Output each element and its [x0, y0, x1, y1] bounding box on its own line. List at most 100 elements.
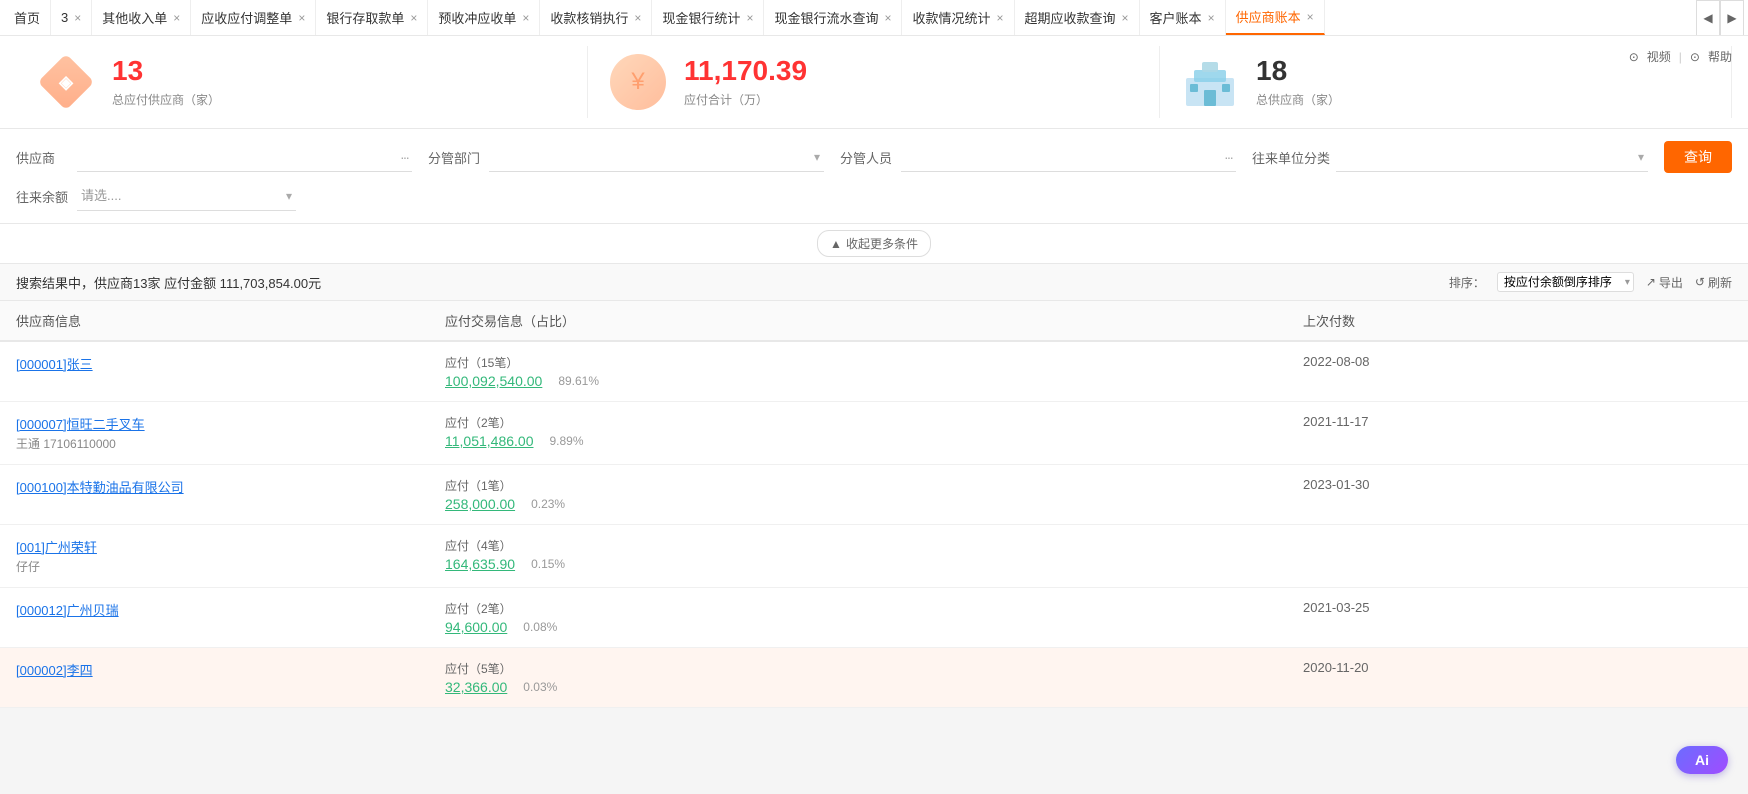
- tx-info-6: 应付（5笔） 32,366.00 0.03%: [445, 660, 1303, 695]
- nav-bank-deposit-label: 银行存取款单: [326, 8, 404, 27]
- supplier-info-2: [000007]恒旺二手叉车 王通 17106110000: [16, 414, 445, 452]
- nav-other-income[interactable]: 其他收入单 ×: [92, 0, 191, 35]
- nav-cash-bank-stat[interactable]: 现金银行统计 ×: [652, 0, 764, 35]
- person-filter-label: 分管人员: [840, 148, 895, 167]
- dept-select[interactable]: [489, 142, 824, 172]
- nav-cash-bank-stat-close[interactable]: ×: [746, 11, 753, 25]
- tx-amount-6[interactable]: 32,366.00: [445, 679, 507, 695]
- tx-row-3: 258,000.00 0.23%: [445, 496, 1303, 512]
- tx-label-3: 应付（1笔）: [445, 477, 1303, 494]
- nav-cash-flow-query-close[interactable]: ×: [884, 11, 891, 25]
- tx-percent-2: 9.89%: [550, 434, 584, 448]
- tx-amount-4[interactable]: 164,635.90: [445, 556, 515, 572]
- supplier-info-6: [000002]李四: [16, 660, 445, 679]
- top-navigation: 首页 3 × 其他收入单 × 应收应付调整单 × 银行存取款单 × 预收冲应收单…: [0, 0, 1748, 36]
- total-supplier-icon: [1180, 52, 1240, 112]
- nav-cash-flow-query[interactable]: 现金银行流水查询 ×: [764, 0, 902, 35]
- nav-receipt-verify-label: 收款核销执行: [550, 8, 628, 27]
- nav-bank-deposit[interactable]: 银行存取款单 ×: [316, 0, 428, 35]
- query-button[interactable]: 查询: [1664, 141, 1732, 173]
- nav-home[interactable]: 首页: [4, 0, 51, 35]
- supplier-link-2[interactable]: [000007]恒旺二手叉车: [16, 417, 145, 432]
- tx-amount-1[interactable]: 100,092,540.00: [445, 373, 542, 389]
- nav-receipt-verify-close[interactable]: ×: [634, 11, 641, 25]
- tx-label-4: 应付（4笔）: [445, 537, 1303, 554]
- person-input[interactable]: [901, 142, 1236, 172]
- nav-receipt-stat-label: 收款情况统计: [912, 8, 990, 27]
- result-bar: 搜索结果中，供应商13家 应付金额 111,703,854.00元 排序： 按应…: [0, 264, 1748, 301]
- nav-arrows: ◀ ▶: [1696, 0, 1744, 36]
- table-header: 供应商信息 应付交易信息（占比） 上次付数: [0, 301, 1748, 342]
- supplier-link-3[interactable]: [000100]本特勤油品有限公司: [16, 480, 184, 495]
- sort-wrapper: 按应付余额倒序排序 按应付余额升序排序 按供应商名称排序: [1497, 272, 1634, 292]
- link-divider: |: [1679, 50, 1682, 64]
- filter-person: 分管人员 ···: [840, 142, 1236, 172]
- nav-overdue-ar-close[interactable]: ×: [1122, 11, 1129, 25]
- nav-advance-ar-close[interactable]: ×: [522, 11, 529, 25]
- nav-bank-deposit-close[interactable]: ×: [410, 11, 417, 25]
- nav-tab3-close[interactable]: ×: [74, 11, 81, 25]
- tx-percent-4: 0.15%: [531, 557, 565, 571]
- nav-receipt-stat-close[interactable]: ×: [997, 11, 1004, 25]
- supplier-info-5: [000012]广州贝瑞: [16, 600, 445, 619]
- col-header-supplier: 供应商信息: [16, 311, 445, 330]
- sort-select[interactable]: 按应付余额倒序排序 按应付余额升序排序 按供应商名称排序: [1497, 272, 1634, 292]
- nav-receipt-stat[interactable]: 收款情况统计 ×: [902, 0, 1014, 35]
- supplier-link-4[interactable]: [001]广州荣轩: [16, 540, 97, 555]
- nav-overdue-ar[interactable]: 超期应收款查询 ×: [1015, 0, 1140, 35]
- nav-supplier-ledger[interactable]: 供应商账本 ×: [1226, 0, 1325, 35]
- tx-amount-2[interactable]: 11,051,486.00: [445, 433, 534, 449]
- tx-percent-5: 0.08%: [523, 620, 557, 634]
- nav-customer-ledger[interactable]: 客户账本 ×: [1140, 0, 1226, 35]
- tx-amount-5[interactable]: 94,600.00: [445, 619, 507, 635]
- nav-prev-button[interactable]: ◀: [1696, 0, 1720, 36]
- nav-next-button[interactable]: ▶: [1720, 0, 1744, 36]
- tx-info-4: 应付（4笔） 164,635.90 0.15%: [445, 537, 1303, 572]
- table-row: [000012]广州贝瑞 应付（2笔） 94,600.00 0.08% 2021…: [0, 588, 1748, 648]
- collapse-button[interactable]: ▲ 收起更多条件: [817, 230, 931, 257]
- filter-row-1: 供应商 ··· 分管部门 ▾ 分管人员 ···: [16, 141, 1732, 173]
- nav-supplier-ledger-close[interactable]: ×: [1307, 10, 1314, 24]
- table-row: [000100]本特勤油品有限公司 应付（1笔） 258,000.00 0.23…: [0, 465, 1748, 525]
- last-pay-3: 2023-01-30: [1303, 477, 1732, 492]
- nav-receipt-verify[interactable]: 收款核销执行 ×: [540, 0, 652, 35]
- nav-ar-ap-adjust[interactable]: 应收应付调整单 ×: [191, 0, 316, 35]
- supplier-link-6[interactable]: [000002]李四: [16, 663, 93, 678]
- nav-customer-ledger-label: 客户账本: [1150, 8, 1202, 27]
- nav-customer-ledger-close[interactable]: ×: [1208, 11, 1215, 25]
- ap-supplier-label: 总应付供应商（家）: [112, 91, 220, 108]
- video-link[interactable]: 视频: [1647, 48, 1671, 65]
- refresh-button[interactable]: ↺ 刷新: [1695, 274, 1732, 291]
- nav-tab3[interactable]: 3 ×: [51, 0, 92, 35]
- nav-other-income-close[interactable]: ×: [173, 11, 180, 25]
- last-pay-6: 2020-11-20: [1303, 660, 1732, 675]
- export-button[interactable]: ↗ 导出: [1646, 274, 1683, 291]
- collapse-label: 收起更多条件: [846, 235, 918, 252]
- supplier-input[interactable]: [77, 142, 412, 172]
- nav-ar-ap-adjust-label: 应收应付调整单: [201, 8, 292, 27]
- filter-category: 往来单位分类 ▾: [1252, 142, 1648, 172]
- balance-filter-label: 往来余额: [16, 187, 71, 206]
- category-select[interactable]: [1336, 142, 1648, 172]
- tx-label-1: 应付（15笔）: [445, 354, 1303, 371]
- tx-amount-3[interactable]: 258,000.00: [445, 496, 515, 512]
- result-summary-text: 搜索结果中，供应商13家 应付金额 111,703,854.00元: [16, 273, 321, 292]
- supplier-info-4: [001]广州荣轩 仔仔: [16, 537, 445, 575]
- last-pay-date-3: 2023-01-30: [1303, 477, 1370, 492]
- collapse-icon: ▲: [830, 237, 842, 251]
- balance-select[interactable]: 请选....: [77, 181, 296, 211]
- nav-advance-ar[interactable]: 预收冲应收单 ×: [428, 0, 540, 35]
- supplier-link-1[interactable]: [000001]张三: [16, 357, 93, 372]
- supplier-sub-4: 仔仔: [16, 558, 445, 575]
- sort-label: 排序：: [1449, 274, 1485, 291]
- ai-button[interactable]: Ai: [1676, 746, 1728, 774]
- supplier-link-5[interactable]: [000012]广州贝瑞: [16, 603, 119, 618]
- nav-home-label: 首页: [14, 8, 40, 27]
- nav-ar-ap-adjust-close[interactable]: ×: [298, 11, 305, 25]
- help-link[interactable]: 帮助: [1708, 48, 1732, 65]
- last-pay-5: 2021-03-25: [1303, 600, 1732, 615]
- table-row: [000002]李四 应付（5笔） 32,366.00 0.03% 2020-1…: [0, 648, 1748, 708]
- table-row: [000007]恒旺二手叉车 王通 17106110000 应付（2笔） 11,…: [0, 402, 1748, 465]
- tx-row-6: 32,366.00 0.03%: [445, 679, 1303, 695]
- filter-section: 供应商 ··· 分管部门 ▾ 分管人员 ···: [0, 129, 1748, 224]
